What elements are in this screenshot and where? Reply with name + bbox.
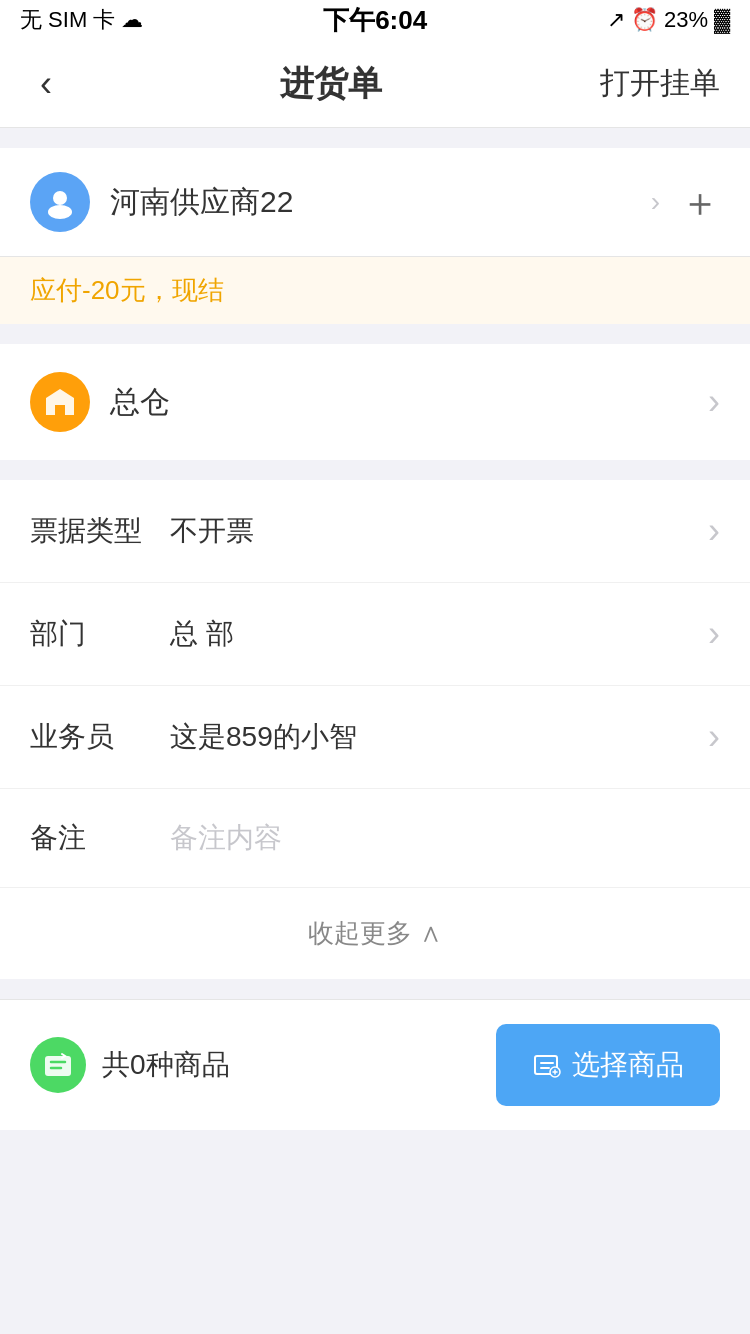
department-label: 部门 bbox=[30, 615, 150, 653]
notice-banner: 应付-20元，现结 bbox=[0, 257, 750, 324]
invoice-type-value: 不开票 bbox=[150, 512, 708, 550]
status-bar: 无 SIM 卡 ☁ 下午6:04 ↗ ⏰ 23% ▓ bbox=[0, 0, 750, 40]
battery-icon: ▓ bbox=[714, 7, 730, 33]
svg-point-0 bbox=[53, 191, 67, 205]
svg-rect-3 bbox=[45, 1056, 71, 1076]
page-title: 进货单 bbox=[280, 61, 382, 107]
svg-point-1 bbox=[48, 205, 72, 219]
salesperson-row[interactable]: 业务员 这是859的小智 bbox=[0, 686, 750, 789]
section-gap-3 bbox=[0, 460, 750, 480]
remark-label: 备注 bbox=[30, 819, 150, 857]
chevron-right-icon bbox=[708, 381, 720, 423]
invoice-type-label: 票据类型 bbox=[30, 512, 150, 550]
alarm-icon: ⏰ bbox=[631, 7, 658, 33]
remark-row[interactable]: 备注 备注内容 bbox=[0, 789, 750, 887]
location-icon: ↗ bbox=[607, 7, 625, 33]
chevron-right-icon bbox=[708, 613, 720, 655]
salesperson-value: 这是859的小智 bbox=[150, 718, 708, 756]
supplier-name: 河南供应商22 bbox=[110, 182, 651, 223]
chevron-right-icon: › bbox=[651, 186, 660, 218]
form-section: 票据类型 不开票 部门 总 部 业务员 这是859的小智 备注 备注内容 收起更… bbox=[0, 480, 750, 979]
supplier-row[interactable]: 河南供应商22 › ＋ bbox=[0, 148, 750, 257]
battery-level: 23% bbox=[664, 7, 708, 33]
invoice-type-row[interactable]: 票据类型 不开票 bbox=[0, 480, 750, 583]
section-gap-4 bbox=[0, 979, 750, 999]
warehouse-icon-wrap bbox=[30, 372, 90, 432]
section-gap-2 bbox=[0, 324, 750, 344]
chevron-right-icon bbox=[708, 716, 720, 758]
product-count-wrap: 共0种商品 bbox=[30, 1037, 230, 1093]
background-area bbox=[0, 1130, 750, 1334]
supplier-section: 河南供应商22 › ＋ 应付-20元，现结 bbox=[0, 148, 750, 324]
sim-status: 无 SIM 卡 ☁ bbox=[20, 5, 143, 35]
status-right: ↗ ⏰ 23% ▓ bbox=[607, 7, 730, 33]
product-count-text: 共0种商品 bbox=[102, 1046, 230, 1084]
select-product-label: 选择商品 bbox=[572, 1046, 684, 1084]
status-left: 无 SIM 卡 ☁ bbox=[20, 5, 143, 35]
avatar bbox=[30, 172, 90, 232]
department-row[interactable]: 部门 总 部 bbox=[0, 583, 750, 686]
remark-placeholder: 备注内容 bbox=[150, 819, 720, 857]
nav-bar: ‹ 进货单 打开挂单 bbox=[0, 40, 750, 128]
select-product-button[interactable]: 选择商品 bbox=[496, 1024, 720, 1106]
warehouse-row[interactable]: 总仓 bbox=[0, 344, 750, 460]
product-icon-wrap bbox=[30, 1037, 86, 1093]
status-time: 下午6:04 bbox=[323, 3, 427, 38]
svg-rect-2 bbox=[55, 405, 65, 415]
warehouse-section: 总仓 bbox=[0, 344, 750, 460]
section-gap-1 bbox=[0, 128, 750, 148]
open-pending-button[interactable]: 打开挂单 bbox=[600, 63, 720, 104]
add-button[interactable]: ＋ bbox=[680, 175, 720, 230]
bottom-bar: 共0种商品 选择商品 bbox=[0, 999, 750, 1130]
salesperson-label: 业务员 bbox=[30, 718, 150, 756]
back-button[interactable]: ‹ bbox=[30, 53, 62, 115]
department-value: 总 部 bbox=[150, 615, 708, 653]
chevron-right-icon bbox=[708, 510, 720, 552]
collapse-row[interactable]: 收起更多 ∧ bbox=[0, 887, 750, 979]
warehouse-name: 总仓 bbox=[110, 382, 708, 423]
select-product-icon bbox=[532, 1050, 562, 1080]
